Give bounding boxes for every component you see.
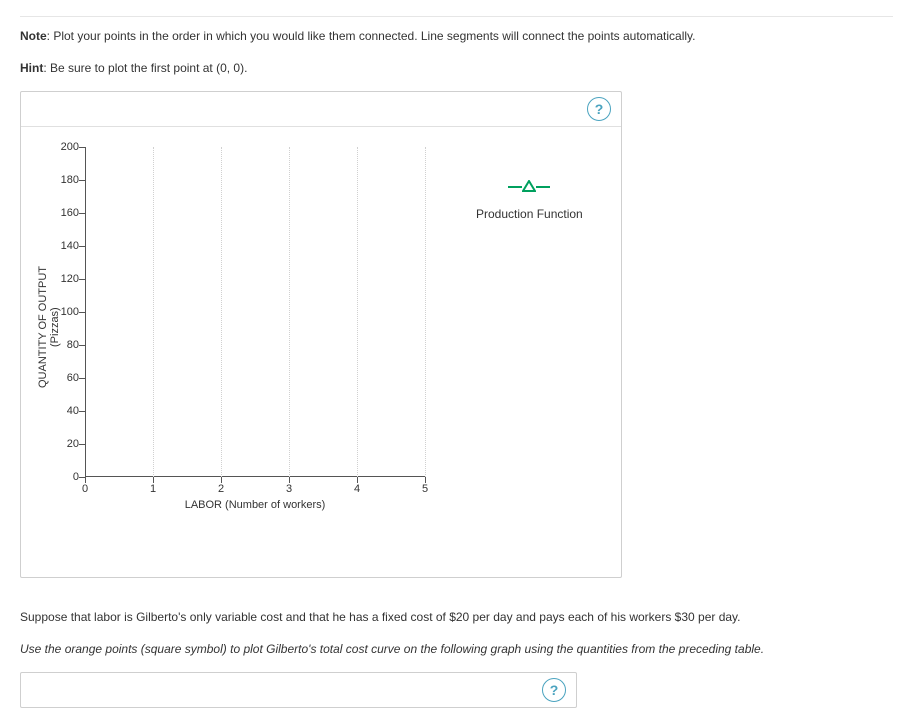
y-tick-label: 60: [49, 372, 79, 384]
note-paragraph: Note: Plot your points in the order in w…: [20, 27, 893, 45]
y-tick: [79, 378, 85, 379]
suppose-paragraph: Suppose that labor is Gilberto's only va…: [20, 608, 893, 626]
y-tick: [79, 147, 85, 148]
x-tick-label: 4: [354, 483, 360, 495]
chart-area[interactable]: QUANTITY OF OUTPUT (Pizzas) LABOR (Numbe…: [21, 127, 621, 577]
note-prefix: Note: [20, 29, 47, 43]
suppose-text: Suppose that labor is Gilberto's only va…: [20, 610, 741, 624]
y-tick: [79, 444, 85, 445]
instruction2-text: Use the orange points (square symbol) to…: [20, 642, 764, 656]
y-tick-label: 120: [49, 273, 79, 285]
y-tick: [79, 246, 85, 247]
legend-symbol-production-function[interactable]: [508, 180, 550, 195]
hint-prefix: Hint: [20, 61, 43, 75]
y-tick: [79, 345, 85, 346]
y-tick-label: 0: [49, 471, 79, 483]
y-tick: [79, 279, 85, 280]
y-tick: [79, 312, 85, 313]
x-tick-label: 3: [286, 483, 292, 495]
x-tick-label: 2: [218, 483, 224, 495]
y-tick-label: 200: [49, 141, 79, 153]
y-tick-label: 40: [49, 405, 79, 417]
y-tick-label: 180: [49, 174, 79, 186]
y-tick: [79, 411, 85, 412]
y-tick: [79, 180, 85, 181]
y-tick-label: 80: [49, 339, 79, 351]
y-tick-label: 140: [49, 240, 79, 252]
instruction2-paragraph: Use the orange points (square symbol) to…: [20, 640, 893, 658]
chart-panel-toolbar: ?: [21, 92, 621, 127]
x-axis-label: LABOR (Number of workers): [85, 499, 425, 511]
legend-label: Production Function: [476, 207, 583, 221]
x-tick-label: 0: [82, 483, 88, 495]
hint-paragraph: Hint: Be sure to plot the first point at…: [20, 59, 893, 77]
chart-panel: ? QUANTITY OF OUTPUT (Pizzas) LABOR (Num…: [20, 91, 622, 578]
hint-text: : Be sure to plot the first point at (0,…: [43, 61, 247, 75]
help-icon: ?: [595, 101, 604, 117]
help-button-2[interactable]: ?: [542, 678, 566, 702]
chart-panel-2: ?: [20, 672, 577, 708]
y-tick-label: 100: [49, 306, 79, 318]
divider: [20, 16, 893, 17]
help-button[interactable]: ?: [587, 97, 611, 121]
x-tick-label: 5: [422, 483, 428, 495]
y-tick: [79, 213, 85, 214]
gridlines: [85, 147, 425, 477]
help-icon: ?: [550, 682, 559, 698]
y-tick-label: 20: [49, 438, 79, 450]
x-tick-label: 1: [150, 483, 156, 495]
legend: Production Function: [476, 177, 583, 221]
legend-line-right: [536, 186, 550, 188]
plot[interactable]: [85, 147, 425, 477]
y-tick-label: 160: [49, 207, 79, 219]
note-text: : Plot your points in the order in which…: [47, 29, 696, 43]
triangle-icon: [522, 180, 536, 195]
legend-line-left: [508, 186, 522, 188]
plot-container: LABOR (Number of workers) 02040608010012…: [85, 147, 425, 547]
